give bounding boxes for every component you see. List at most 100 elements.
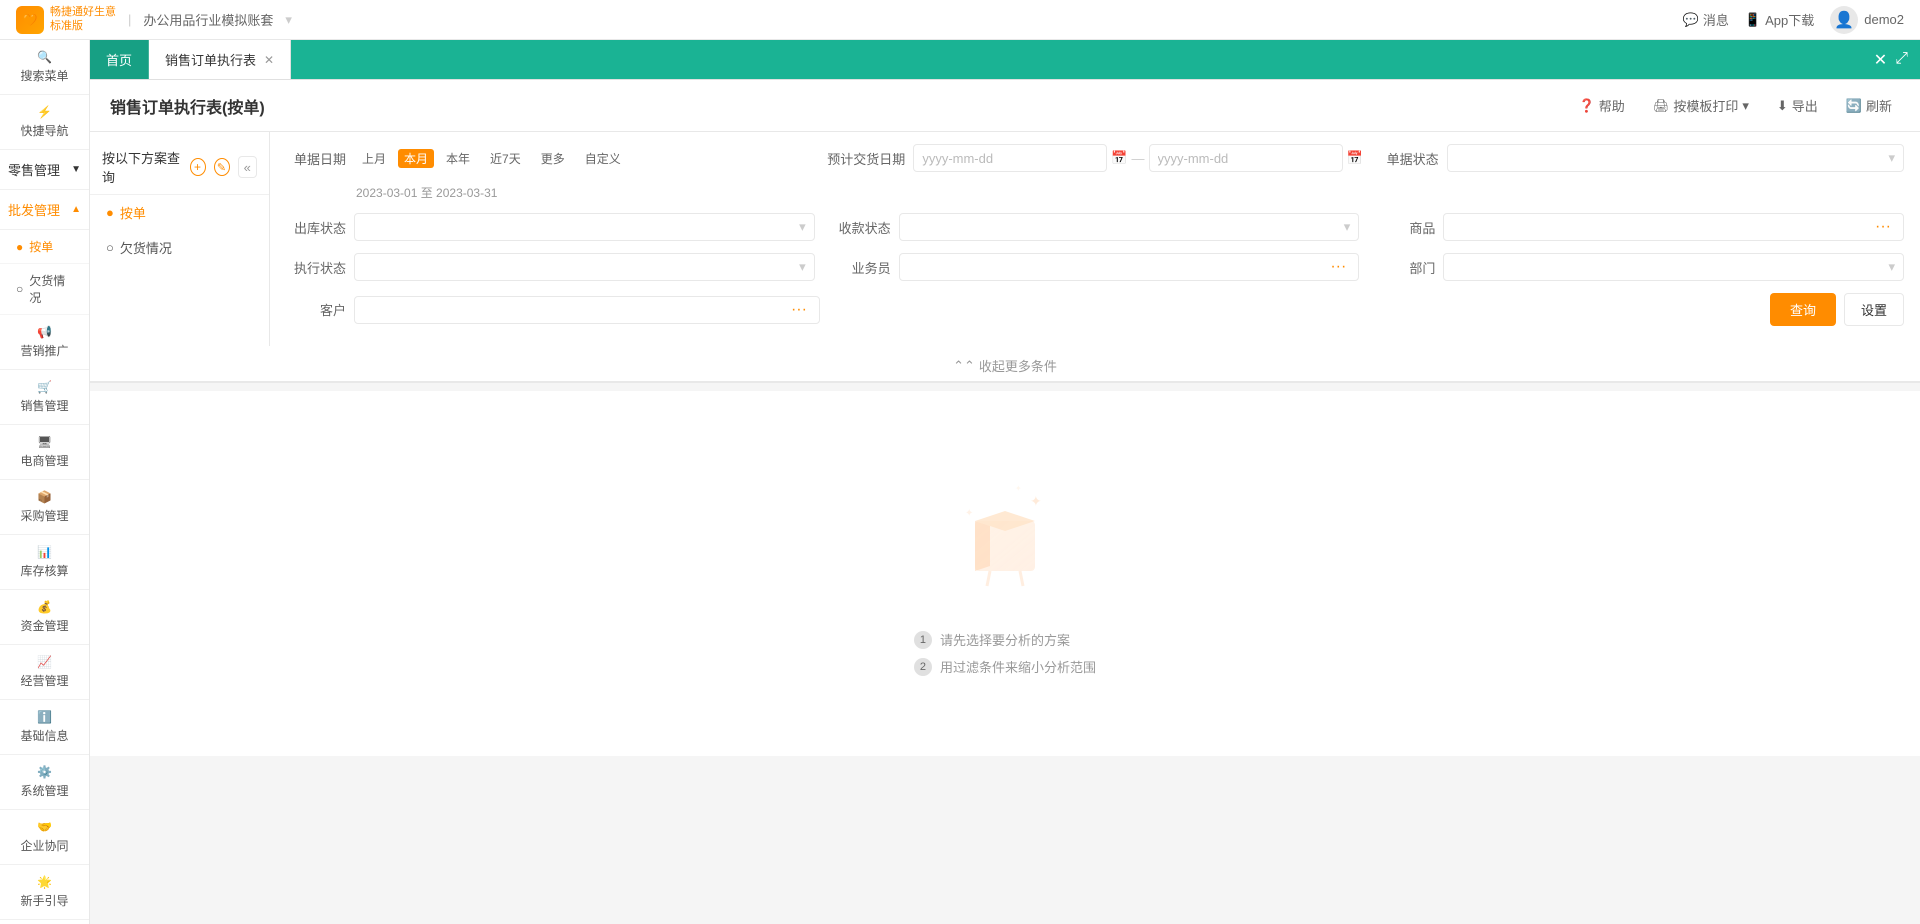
calendar-icon-2[interactable]: 📅 (1347, 150, 1363, 166)
sidebar-item-apps[interactable]: 🔲 应用中心 (0, 920, 89, 924)
date-btn-7days[interactable]: 近7天 (482, 148, 529, 169)
expected-date-to[interactable] (1149, 144, 1343, 172)
out-status-label: 出库状态 (286, 218, 346, 237)
out-status-dropdown-icon: ▾ (799, 219, 806, 235)
app-download-btn[interactable]: 📱 App下载 (1745, 10, 1814, 29)
dept-dropdown-icon: ▾ (1888, 259, 1895, 275)
sidebar-item-enterprise[interactable]: 🤝 企业协同 (0, 810, 89, 865)
filter-field-goods: 商品 ··· (1375, 213, 1904, 241)
out-status-select[interactable]: ▾ (354, 213, 815, 241)
goods-select[interactable]: ··· (1443, 213, 1904, 241)
scheme-arrears[interactable]: ○ 欠货情况 (90, 230, 269, 265)
tab-close-btn[interactable]: ✕ (264, 53, 274, 67)
salesperson-dots-btn[interactable]: ··· (1326, 258, 1350, 276)
receipt-status-label: 收款状态 (831, 218, 891, 237)
date-btn-this-year[interactable]: 本年 (438, 148, 478, 169)
sidebar-sub-arrears[interactable]: ○ 欠货情况 (0, 264, 89, 315)
sidebar-item-marketing[interactable]: 📢 营销推广 (0, 315, 89, 370)
logo-text: 畅捷通好生意 标准版 (50, 6, 116, 32)
logo-icon: 🧡 (16, 6, 44, 34)
sidebar-item-basic[interactable]: ℹ️ 基础信息 (0, 700, 89, 755)
sidebar-item-search[interactable]: 🔍 搜索菜单 (0, 40, 89, 95)
tab-maximize-btn[interactable]: ⤢ (1895, 50, 1908, 70)
status-dropdown-icon: ▾ (1888, 150, 1895, 166)
search-btn[interactable]: 查询 (1770, 293, 1836, 326)
tab-sales-exec[interactable]: 销售订单执行表 ✕ (149, 40, 291, 79)
date-quick-area: 上月 本月 本年 近7天 更多 自定义 (354, 148, 811, 169)
sidebar-item-finance[interactable]: 💰 资金管理 (0, 590, 89, 645)
sidebar-item-retail[interactable]: 零售管理 ▼ (0, 150, 89, 190)
arrears-icon: ○ (16, 282, 23, 296)
customer-dots-btn[interactable]: ··· (787, 301, 811, 319)
calendar-icon-1[interactable]: 📅 (1111, 150, 1127, 166)
avatar: 👤 (1830, 6, 1858, 34)
expected-date-from[interactable] (913, 144, 1107, 172)
sidebar-item-quick-nav[interactable]: ⚡ 快捷导航 (0, 95, 89, 150)
empty-illustration: ✦ ✦ ✦ (945, 471, 1065, 610)
scheme-by-order[interactable]: ● 按单 (90, 195, 269, 230)
date-btn-last-month[interactable]: 上月 (354, 148, 394, 169)
customer-select[interactable]: ··· (354, 296, 820, 324)
salesperson-select[interactable]: ··· (899, 253, 1360, 281)
filter-field-salesperson: 业务员 ··· (831, 253, 1360, 281)
tab-minimize-btn[interactable]: ✕ (1874, 50, 1887, 70)
add-scheme-btn[interactable]: + (190, 158, 206, 176)
goods-dots-btn[interactable]: ··· (1871, 218, 1895, 236)
dept-select[interactable]: ▾ (1443, 253, 1904, 281)
filter-field-out-status: 出库状态 ▾ (286, 213, 815, 241)
page-header-actions: ❓ 帮助 🖨 按模板打印 ▾ ⬇ 导出 🔄 刷新 (1571, 92, 1900, 119)
sidebar-item-system[interactable]: ⚙️ 系统管理 (0, 755, 89, 810)
user-area[interactable]: 👤 demo2 (1830, 6, 1904, 34)
filter-field-expected-date: 预计交货日期 📅 — 📅 (827, 144, 1362, 172)
nav-icon: ⚡ (37, 105, 52, 119)
filter-container: 按以下方案查询 + ✎ « ● 按单 ○ 欠货情况 (90, 132, 1920, 383)
scheme-panel: 按以下方案查询 + ✎ « ● 按单 ○ 欠货情况 (90, 132, 270, 346)
sidebar-item-wholesale[interactable]: 批发管理 ▲ (0, 190, 89, 230)
exec-status-label: 执行状态 (286, 258, 346, 277)
filter-field-exec-status: 执行状态 ▾ (286, 253, 815, 281)
filter-actions: 查询 设置 (1770, 293, 1904, 326)
filter-row-1: 单据日期 上月 本月 本年 近7天 更多 自定义 (286, 144, 1904, 172)
scheme-title: 按以下方案查询 (102, 148, 182, 186)
search-icon: 🔍 (37, 50, 52, 64)
tab-bar: 首页 销售订单执行表 ✕ ✕ ⤢ (90, 40, 1920, 80)
svg-text:✦: ✦ (965, 508, 973, 519)
exec-status-select[interactable]: ▾ (354, 253, 815, 281)
tab-bar-actions: ✕ ⤢ (1874, 50, 1920, 70)
help-icon: ❓ (1579, 98, 1595, 114)
retail-chevron: ▼ (71, 164, 81, 175)
sidebar-item-operations[interactable]: 📈 经营管理 (0, 645, 89, 700)
goods-label: 商品 (1375, 218, 1435, 237)
sidebar-item-purchase[interactable]: 📦 采购管理 (0, 480, 89, 535)
date-btn-more[interactable]: 更多 (533, 148, 573, 169)
messages-btn[interactable]: 💬 消息 (1683, 10, 1729, 29)
settings-btn[interactable]: 设置 (1844, 293, 1904, 326)
expected-date-range: 📅 — 📅 (913, 144, 1362, 172)
sidebar-sub-by-order[interactable]: ● 按单 (0, 230, 89, 264)
sidebar-item-ecommerce[interactable]: 🖥 电商管理 (0, 425, 89, 480)
sidebar-item-newbie[interactable]: 🌟 新手引导 (0, 865, 89, 920)
sidebar-item-inventory[interactable]: 📊 库存核算 (0, 535, 89, 590)
receipt-status-select[interactable]: ▾ (899, 213, 1360, 241)
date-btn-custom[interactable]: 自定义 (577, 148, 629, 169)
export-icon: ⬇ (1777, 98, 1788, 114)
status-select[interactable]: ▾ (1447, 144, 1904, 172)
export-btn[interactable]: ⬇ 导出 (1769, 92, 1826, 119)
edit-scheme-btn[interactable]: ✎ (214, 158, 230, 176)
page-content: 销售订单执行表(按单) ❓ 帮助 🖨 按模板打印 ▾ ⬇ 导出 (90, 80, 1920, 924)
collapse-scheme-btn[interactable]: « (238, 156, 257, 178)
operations-icon: 📈 (37, 655, 52, 669)
salesperson-label: 业务员 (831, 258, 891, 277)
top-bar: 🧡 畅捷通好生意 标准版 | 办公用品行业模拟账套 ▾ 💬 消息 📱 App下载… (0, 0, 1920, 40)
sidebar-item-sales[interactable]: 🛒 销售管理 (0, 370, 89, 425)
tab-home[interactable]: 首页 (90, 40, 149, 79)
help-btn[interactable]: ❓ 帮助 (1571, 92, 1633, 119)
filter-field-single-date: 单据日期 上月 本月 本年 近7天 更多 自定义 (286, 148, 811, 169)
app-title-dropdown[interactable]: ▾ (285, 12, 292, 28)
system-icon: ⚙️ (37, 765, 52, 779)
refresh-btn[interactable]: 🔄 刷新 (1838, 92, 1900, 119)
date-btn-this-month[interactable]: 本月 (398, 149, 434, 168)
collapse-more-btn[interactable]: ⌃⌃ 收起更多条件 (941, 354, 1069, 377)
scheme-active-icon: ● (106, 205, 114, 220)
print-btn[interactable]: 🖨 按模板打印 ▾ (1645, 92, 1757, 119)
